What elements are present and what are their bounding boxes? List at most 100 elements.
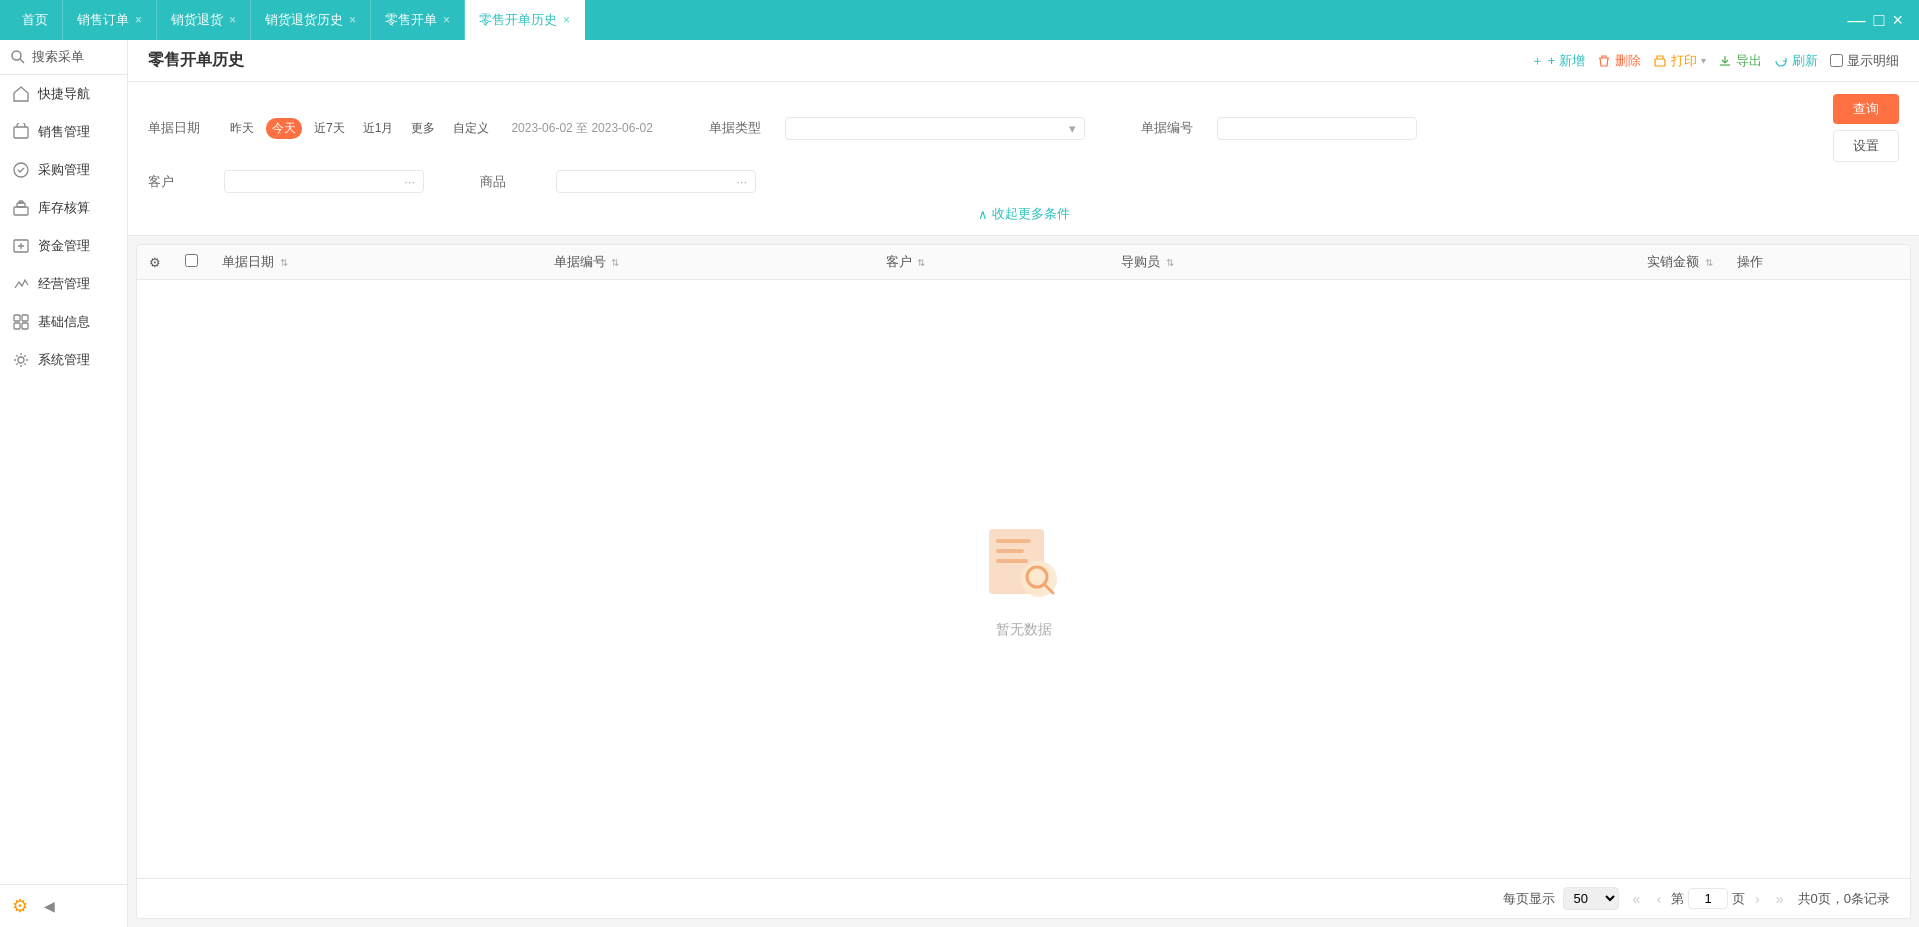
sidebar-finance-label: 资金管理 <box>38 237 90 255</box>
sidebar: 搜索采单 快捷导航 销售管理 采购管理 <box>0 40 128 927</box>
maximize-icon[interactable]: □ <box>1874 10 1885 31</box>
customer-field[interactable]: ··· <box>224 170 424 193</box>
tab-sales-order[interactable]: 销售订单× <box>63 0 157 40</box>
date-7days[interactable]: 近7天 <box>308 118 351 139</box>
print-button[interactable]: 打印 ▾ <box>1653 52 1706 70</box>
collapse-button[interactable]: ∧ 收起更多条件 <box>978 205 1070 223</box>
per-page-select[interactable]: 10 20 50 100 <box>1563 887 1619 910</box>
basic-icon <box>12 313 30 331</box>
last-page-button[interactable]: » <box>1770 889 1790 909</box>
table-header-row: ⚙ 单据日期 ⇅ 单据编号 ⇅ <box>137 245 1910 280</box>
date-label: 单据日期 <box>148 119 208 137</box>
sidebar-item-purchase[interactable]: 采购管理 <box>0 151 127 189</box>
display-detail-checkbox[interactable] <box>1830 54 1843 67</box>
data-table: ⚙ 单据日期 ⇅ 单据编号 ⇅ <box>137 245 1910 280</box>
column-settings-icon[interactable]: ⚙ <box>149 255 161 270</box>
select-all-checkbox[interactable] <box>185 254 198 267</box>
chevron-down-icon: ▾ <box>1069 121 1076 136</box>
minimize-icon[interactable]: — <box>1848 10 1866 31</box>
operations-icon <box>12 275 30 293</box>
svg-rect-9 <box>22 315 28 321</box>
settings-icon[interactable]: ⚙ <box>12 895 28 917</box>
svg-point-12 <box>18 357 24 363</box>
sidebar-item-quick-nav[interactable]: 快捷导航 <box>0 75 127 113</box>
collapse-sidebar-icon[interactable]: ◀ <box>44 898 55 914</box>
svg-rect-10 <box>14 323 20 329</box>
tab-close-retail-open[interactable]: × <box>443 13 450 27</box>
sidebar-item-operations[interactable]: 经营管理 <box>0 265 127 303</box>
tab-close-sales-return[interactable]: × <box>229 13 236 27</box>
date-more[interactable]: 更多 <box>405 118 441 139</box>
date-today[interactable]: 今天 <box>266 118 302 139</box>
tab-retail-history[interactable]: 零售开单历史× <box>465 0 585 40</box>
sidebar-item-inventory[interactable]: 库存核算 <box>0 189 127 227</box>
sort-number-icon[interactable]: ⇅ <box>611 257 619 268</box>
empty-state: 暂无数据 <box>137 280 1910 878</box>
tab-list: 首页销售订单×销货退货×销货退货历史×零售开单×零售开单历史× <box>8 0 585 40</box>
sales-icon <box>12 123 30 141</box>
close-icon[interactable]: × <box>1892 10 1903 31</box>
print-icon <box>1653 54 1667 68</box>
tab-close-retail-history[interactable]: × <box>563 13 570 27</box>
home-icon <box>12 85 30 103</box>
system-icon <box>12 351 30 369</box>
tab-sales-return[interactable]: 销货退货× <box>157 0 251 40</box>
svg-rect-4 <box>14 207 28 215</box>
finance-icon <box>12 237 30 255</box>
svg-rect-11 <box>22 323 28 329</box>
sidebar-item-system[interactable]: 系统管理 <box>0 341 127 379</box>
query-button[interactable]: 查询 <box>1833 94 1899 124</box>
tab-close-sales-return-history[interactable]: × <box>349 13 356 27</box>
pagination: 每页显示 10 20 50 100 « ‹ 第 页 › » 共0页，0条记录 <box>137 878 1910 918</box>
sidebar-item-sales[interactable]: 销售管理 <box>0 113 127 151</box>
date-yesterday[interactable]: 昨天 <box>224 118 260 139</box>
delete-button[interactable]: 删除 <box>1597 52 1641 70</box>
svg-point-3 <box>14 163 28 177</box>
svg-rect-13 <box>1655 59 1665 66</box>
page-input[interactable] <box>1688 888 1728 909</box>
sidebar-item-basic[interactable]: 基础信息 <box>0 303 127 341</box>
setting-button[interactable]: 设置 <box>1833 130 1899 162</box>
new-button[interactable]: ＋ + 新增 <box>1531 52 1585 70</box>
tab-retail-open[interactable]: 零售开单× <box>371 0 465 40</box>
next-page-button[interactable]: › <box>1749 889 1766 909</box>
export-button[interactable]: 导出 <box>1718 52 1762 70</box>
number-input[interactable] <box>1217 117 1417 140</box>
page-title: 零售开单历史 <box>148 50 244 71</box>
sort-amount-icon[interactable]: ⇅ <box>1705 257 1713 268</box>
page-nav: « ‹ 第 页 › » <box>1627 888 1790 909</box>
chevron-up-icon: ∧ <box>978 207 988 222</box>
tab-close-sales-order[interactable]: × <box>135 13 142 27</box>
display-detail-toggle[interactable]: 显示明细 <box>1830 52 1899 70</box>
th-amount: 实销金额 ⇅ <box>1393 245 1725 280</box>
tab-bar: 首页销售订单×销货退货×销货退货历史×零售开单×零售开单历史× — □ × <box>0 0 1919 40</box>
inventory-icon <box>12 199 30 217</box>
goods-label: 商品 <box>480 173 540 191</box>
goods-field[interactable]: ··· <box>556 170 756 193</box>
toolbar: ＋ + 新增 删除 打印 ▾ <box>1531 52 1899 70</box>
svg-point-21 <box>1031 571 1043 583</box>
first-page-button[interactable]: « <box>1627 889 1647 909</box>
type-select[interactable]: ▾ <box>785 117 1085 140</box>
th-customer: 客户 ⇅ <box>874 245 1110 280</box>
tab-sales-return-history[interactable]: 销货退货历史× <box>251 0 371 40</box>
window-controls: — □ × <box>1848 10 1911 31</box>
sidebar-item-finance[interactable]: 资金管理 <box>0 227 127 265</box>
th-checkbox <box>173 245 210 280</box>
date-custom[interactable]: 自定义 <box>447 118 495 139</box>
ellipsis-icon-2: ··· <box>736 174 747 189</box>
search-item[interactable]: 搜索采单 <box>0 40 127 75</box>
tab-home[interactable]: 首页 <box>8 0 63 40</box>
sidebar-operations-label: 经营管理 <box>38 275 90 293</box>
sort-customer-icon[interactable]: ⇅ <box>917 257 925 268</box>
svg-rect-6 <box>19 201 23 203</box>
total-label: 共0页，0条记录 <box>1798 890 1890 908</box>
svg-rect-2 <box>14 127 28 138</box>
refresh-button[interactable]: 刷新 <box>1774 52 1818 70</box>
date-range: 2023-06-02 至 2023-06-02 <box>511 120 652 137</box>
date-1month[interactable]: 近1月 <box>357 118 400 139</box>
prev-page-button[interactable]: ‹ <box>1650 889 1667 909</box>
query-actions: 查询 设置 <box>1833 94 1899 162</box>
sort-guide-icon[interactable]: ⇅ <box>1166 257 1174 268</box>
sort-date-icon[interactable]: ⇅ <box>280 257 288 268</box>
